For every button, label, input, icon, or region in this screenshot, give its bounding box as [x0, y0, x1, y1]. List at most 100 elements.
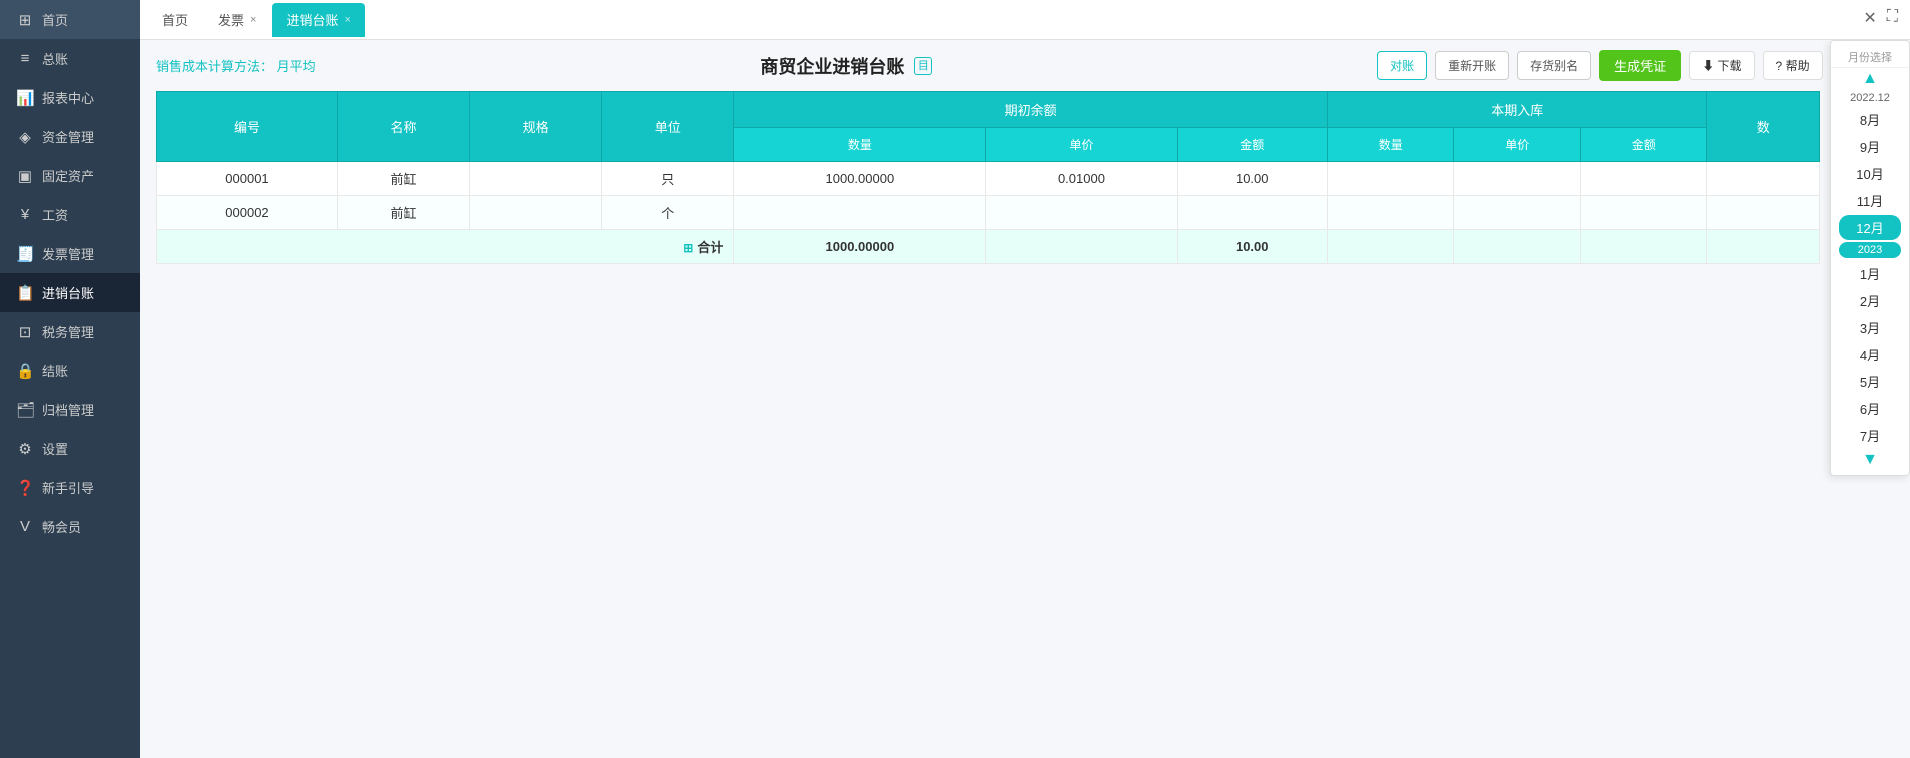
reconcile-button[interactable]: 对账 [1377, 51, 1427, 80]
cell-ben-qi-amount [1580, 162, 1707, 196]
sidebar-item-label: 首页 [42, 10, 68, 29]
sidebar-item-ledger[interactable]: ≡ 总账 [0, 39, 140, 78]
cell-id: 000001 [157, 162, 338, 196]
sidebar-item-tax[interactable]: ⊡ 税务管理 [0, 312, 140, 351]
cell-qi-chu-amount [1177, 196, 1327, 230]
sidebar-item-salary[interactable]: ¥ 工资 [0, 195, 140, 234]
sidebar-item-asset[interactable]: ▣ 固定资产 [0, 156, 140, 195]
home-icon: ⊞ [16, 11, 34, 29]
sidebar-item-invoice-mgmt[interactable]: 🧾 发票管理 [0, 234, 140, 273]
col-group-ben-qi: 本期入库 [1327, 92, 1707, 128]
tab-home[interactable]: 首页 [148, 3, 202, 37]
tax-icon: ⊡ [16, 323, 34, 341]
col-qi-chu-qty: 数量 [734, 128, 986, 162]
report-icon: 📊 [16, 89, 34, 107]
month-9[interactable]: 9月 [1831, 133, 1909, 160]
month-4[interactable]: 4月 [1831, 341, 1909, 368]
col-ben-qi-amount: 金额 [1580, 128, 1707, 162]
cell-spec [470, 162, 602, 196]
total-ben-qi-price [1454, 230, 1581, 264]
total-ben-qi-amount [1580, 230, 1707, 264]
month-6[interactable]: 6月 [1831, 395, 1909, 422]
month-8[interactable]: 8月 [1831, 106, 1909, 133]
close-window-button[interactable]: ✕ [1863, 8, 1876, 28]
page-title: 商贸企业进销台账 [760, 53, 904, 79]
total-ben-qi-qty [1327, 230, 1454, 264]
sidebar-item-label: 总账 [42, 49, 68, 68]
month-3[interactable]: 3月 [1831, 314, 1909, 341]
maximize-window-button[interactable]: ⛶ [1887, 8, 1898, 28]
month-12[interactable]: 12月 [1839, 215, 1901, 240]
month-scroll-down[interactable]: ▼ [1831, 449, 1909, 471]
total-qi-chu-qty: 1000.00000 [734, 230, 986, 264]
tab-home-label: 首页 [162, 10, 188, 29]
sidebar-item-fund[interactable]: ◈ 资金管理 [0, 117, 140, 156]
sidebar-item-label: 结账 [42, 361, 68, 380]
sidebar-item-label: 新手引导 [42, 478, 94, 497]
ledger-icon: ≡ [16, 50, 34, 67]
total-qi-chu-amount: 10.00 [1177, 230, 1327, 264]
year-2022-label: 2022.12 [1831, 90, 1909, 106]
table-group-header: 编号 名称 规格 单位 期初余额 本期入库 数 [157, 92, 1820, 128]
table-row: 000001 前缸 只 1000.00000 0.01000 10.00 [157, 162, 1820, 196]
cell-extra [1707, 162, 1820, 196]
cell-qi-chu-price [986, 196, 1177, 230]
sidebar-item-vip[interactable]: V 畅会员 [0, 507, 140, 546]
reopen-button[interactable]: 重新开账 [1435, 51, 1509, 80]
cell-spec [470, 196, 602, 230]
generate-voucher-button[interactable]: 生成凭证 [1599, 50, 1681, 81]
sidebar-item-report[interactable]: 📊 报表中心 [0, 78, 140, 117]
sidebar-item-purchase-sales[interactable]: 📋 进销台账 [0, 273, 140, 312]
cell-ben-qi-qty [1327, 196, 1454, 230]
help-icon: ? [1776, 59, 1786, 73]
month-1[interactable]: 1月 [1831, 260, 1909, 287]
guide-icon: ❓ [16, 479, 34, 497]
year-2023-badge: 2023 [1839, 242, 1901, 258]
sidebar-item-label: 固定资产 [42, 166, 94, 185]
month-11[interactable]: 11月 [1831, 187, 1909, 214]
title-doc-icon[interactable]: 目 [914, 57, 932, 75]
salary-icon: ¥ [16, 206, 34, 223]
tab-invoice[interactable]: 发票 × [204, 3, 270, 37]
cell-ben-qi-amount [1580, 196, 1707, 230]
tab-purchase-sales-close[interactable]: × [344, 14, 350, 26]
col-spec: 规格 [470, 92, 602, 162]
data-table: 编号 名称 规格 单位 期初余额 本期入库 数 数量 单价 金额 数量 单价 [156, 91, 1820, 264]
month-2[interactable]: 2月 [1831, 287, 1909, 314]
sidebar-item-label: 设置 [42, 439, 68, 458]
main-area: 首页 发票 × 进销台账 × 销售成本计算方法： 月平均 商贸企业进销台账 目 … [140, 0, 1910, 758]
cost-method: 销售成本计算方法： 月平均 [156, 56, 316, 75]
sidebar-item-label: 资金管理 [42, 127, 94, 146]
download-button[interactable]: ⬇ 下载 [1689, 51, 1754, 80]
sidebar-item-archive[interactable]: 🗂 归档管理 [0, 390, 140, 429]
col-ben-qi-price: 单价 [1454, 128, 1581, 162]
col-ben-qi-qty: 数量 [1327, 128, 1454, 162]
sidebar-item-guide[interactable]: ❓ 新手引导 [0, 468, 140, 507]
sidebar-item-home[interactable]: ⊞ 首页 [0, 0, 140, 39]
help-button[interactable]: ? 帮助 [1763, 51, 1823, 80]
sidebar-item-close[interactable]: 🔒 结账 [0, 351, 140, 390]
month-10[interactable]: 10月 [1831, 160, 1909, 187]
sidebar-item-label: 工资 [42, 205, 68, 224]
action-buttons: 对账 重新开账 存货别名 生成凭证 ⬇ 下载 ? 帮助 ↺ 刷新 [1377, 50, 1894, 81]
cell-ben-qi-qty [1327, 162, 1454, 196]
tab-purchase-sales[interactable]: 进销台账 × [272, 3, 364, 37]
month-5[interactable]: 5月 [1831, 368, 1909, 395]
cell-qi-chu-price: 0.01000 [986, 162, 1177, 196]
tabs-bar: 首页 发票 × 进销台账 × [140, 0, 1910, 40]
cell-qi-chu-qty: 1000.00000 [734, 162, 986, 196]
total-label: ⊞合计 [157, 230, 734, 264]
sidebar-item-settings[interactable]: ⚙ 设置 [0, 429, 140, 468]
col-name: 名称 [337, 92, 469, 162]
month-scroll-up[interactable]: ▲ [1831, 68, 1909, 90]
fund-icon: ◈ [16, 128, 34, 146]
tab-invoice-close[interactable]: × [250, 14, 256, 26]
cell-unit: 个 [602, 196, 734, 230]
download-icon: ⬇ [1702, 59, 1717, 73]
cell-qi-chu-qty [734, 196, 986, 230]
cell-id: 000002 [157, 196, 338, 230]
save-alias-button[interactable]: 存货别名 [1517, 51, 1591, 80]
month-7[interactable]: 7月 [1831, 422, 1909, 449]
col-extra: 数 [1707, 92, 1820, 162]
cell-name: 前缸 [337, 162, 469, 196]
